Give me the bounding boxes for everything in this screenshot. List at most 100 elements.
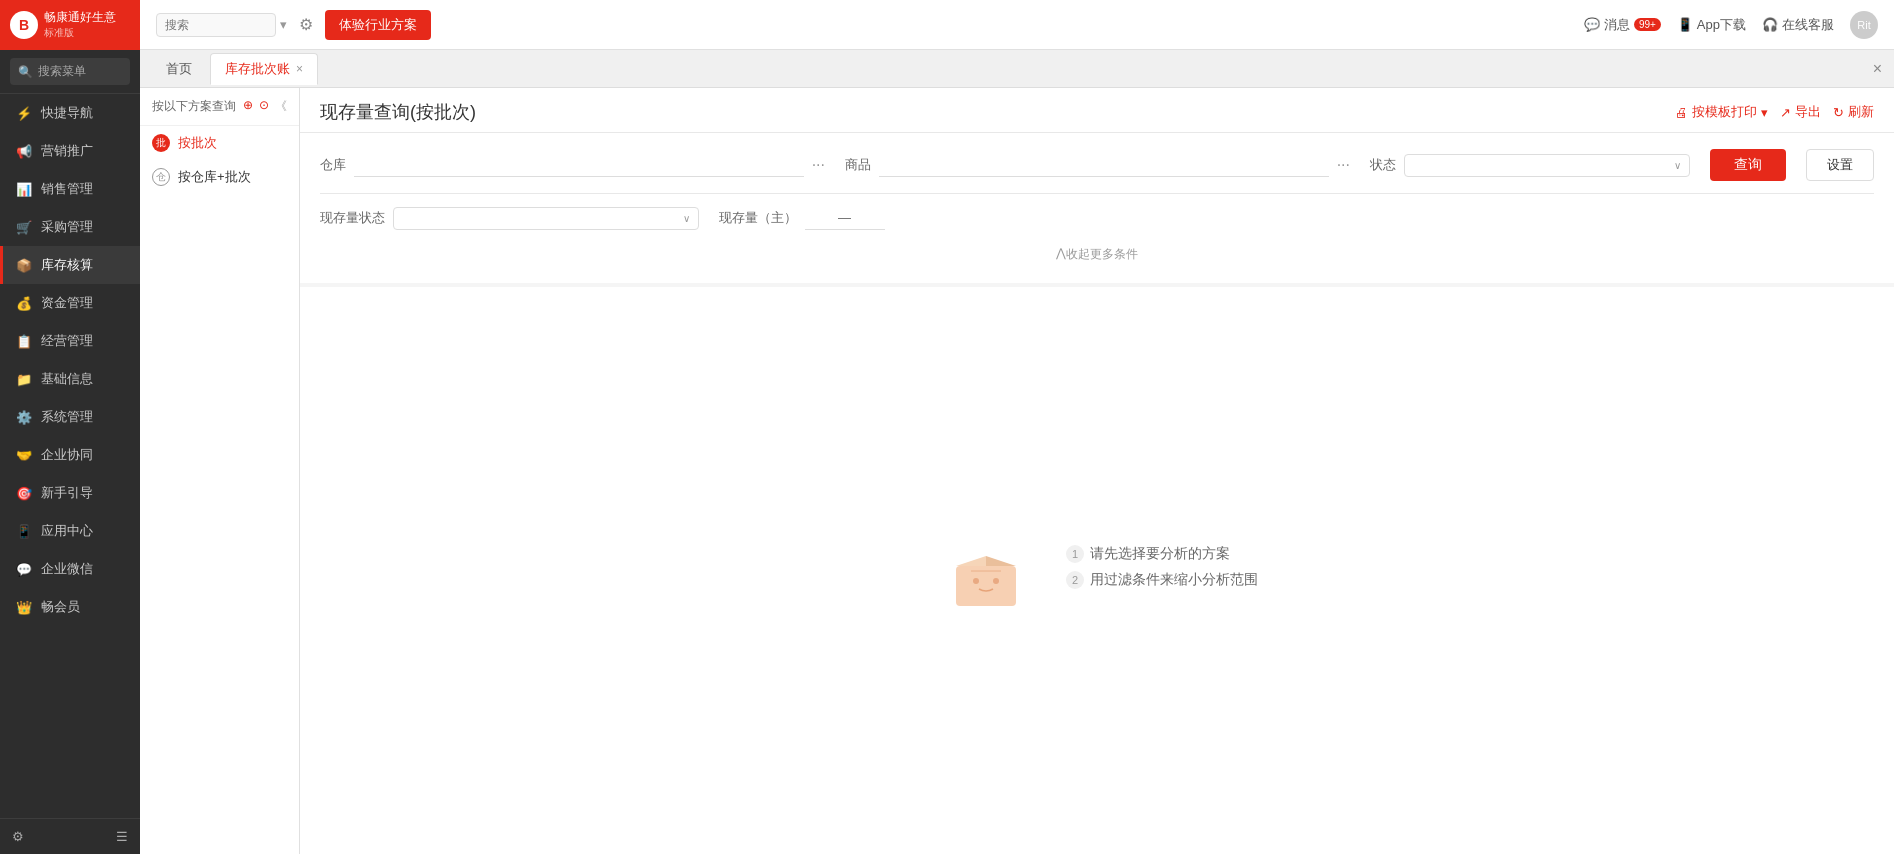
settings-button[interactable]: 设置 [1806, 149, 1874, 181]
sidebar-item-basic-info[interactable]: 📁 基础信息 [0, 360, 140, 398]
sidebar-item-inventory[interactable]: 📦 库存核算 [0, 246, 140, 284]
svg-point-5 [993, 578, 999, 584]
wechat-icon: 💬 [15, 560, 33, 578]
stock-status-select[interactable]: ∨ [393, 207, 699, 230]
product-filter-group: 商品 ··· [845, 153, 1350, 177]
sidebar-header: B 畅康通好生意 标准版 [0, 0, 140, 50]
guide-icon: 🎯 [15, 484, 33, 502]
sidebar-item-operations[interactable]: 📋 经营管理 [0, 322, 140, 360]
warehouse-more-button[interactable]: ··· [812, 156, 825, 174]
vip-icon: 👑 [15, 598, 33, 616]
sidebar-item-purchase[interactable]: 🛒 采购管理 [0, 208, 140, 246]
system-icon: ⚙️ [15, 408, 33, 426]
refresh-icon: ↻ [1833, 105, 1844, 120]
warehouse-batch-scheme-icon: 仓 [152, 168, 170, 186]
step1-circle: 1 [1066, 545, 1084, 563]
svg-rect-0 [956, 566, 1016, 606]
export-icon: ↗ [1780, 105, 1791, 120]
empty-state: 1 请先选择要分析的方案 2 用过滤条件来缩小分析范围 [300, 287, 1894, 854]
tab-close-button[interactable]: × [296, 63, 303, 75]
stock-qty-filter-group: 现存量（主） — [719, 206, 1098, 230]
messages-badge: 99+ [1634, 18, 1661, 31]
sidebar: B 畅康通好生意 标准版 🔍 搜索菜单 ⚡ 快捷导航 📢 营销推广 📊 销售管理… [0, 0, 140, 854]
app-logo: B [10, 11, 38, 39]
left-panel-header: 按以下方案查询 ⊕ ⊙ 《 [140, 88, 299, 126]
status-chevron-icon: ∨ [1674, 160, 1681, 171]
step2-circle: 2 [1066, 571, 1084, 589]
svg-point-4 [973, 578, 979, 584]
warehouse-filter-group: 仓库 ··· [320, 153, 825, 177]
sidebar-item-vip[interactable]: 👑 畅会员 [0, 588, 140, 626]
sidebar-item-wechat[interactable]: 💬 企业微信 [0, 550, 140, 588]
online-service-item[interactable]: 🎧 在线客服 [1762, 16, 1834, 34]
filter-area: 仓库 ··· 商品 ··· 状态 ∨ [300, 133, 1894, 283]
experience-button[interactable]: 体验行业方案 [325, 10, 431, 40]
user-avatar-item[interactable]: Rit [1850, 11, 1878, 39]
tab-inventory-batch[interactable]: 库存批次账 × [210, 53, 318, 85]
stock-status-label: 现存量状态 [320, 209, 385, 227]
stock-qty-label: 现存量（主） [719, 209, 797, 227]
search-dropdown-icon[interactable]: ▾ [280, 17, 287, 32]
main-area: ▾ ⚙ 体验行业方案 💬 消息 99+ 📱 App下载 🎧 在线客服 Rit [140, 0, 1894, 854]
scheme-item-warehouse-batch[interactable]: 仓 按仓库+批次 [140, 160, 299, 194]
messages-item[interactable]: 💬 消息 99+ [1584, 16, 1661, 34]
sidebar-item-system[interactable]: ⚙️ 系统管理 [0, 398, 140, 436]
app-title: 畅康通好生意 标准版 [44, 10, 116, 40]
menu-footer-icon[interactable]: ☰ [116, 829, 128, 844]
finance-icon: 💰 [15, 294, 33, 312]
topbar-search: ▾ [156, 13, 287, 37]
page-title: 现存量查询(按批次) [320, 100, 476, 124]
scheme-item-batch[interactable]: 批 按批次 [140, 126, 299, 160]
filter-row-1: 仓库 ··· 商品 ··· 状态 ∨ [320, 149, 1874, 181]
product-more-button[interactable]: ··· [1337, 156, 1350, 174]
sidebar-item-finance[interactable]: 💰 资金管理 [0, 284, 140, 322]
filter-row-2: 现存量状态 ∨ 现存量（主） — [320, 206, 1874, 230]
right-panel: 现存量查询(按批次) 🖨 按模板打印 ▾ ↗ 导出 ↻ 刷新 [300, 88, 1894, 854]
product-input[interactable] [879, 153, 1329, 177]
tab-home[interactable]: 首页 [152, 54, 206, 84]
status-label: 状态 [1370, 156, 1396, 174]
search-menu-button[interactable]: 🔍 搜索菜单 [10, 58, 130, 85]
page-header: 现存量查询(按批次) 🖨 按模板打印 ▾ ↗ 导出 ↻ 刷新 [300, 88, 1894, 133]
print-dropdown-icon: ▾ [1761, 105, 1768, 120]
batch-scheme-icon: 批 [152, 134, 170, 152]
operations-icon: 📋 [15, 332, 33, 350]
sidebar-item-guide[interactable]: 🎯 新手引导 [0, 474, 140, 512]
add-scheme-icon[interactable]: ⊕ [243, 98, 253, 115]
search-icon: 🔍 [18, 65, 33, 79]
export-action[interactable]: ↗ 导出 [1780, 103, 1821, 121]
search-input[interactable] [156, 13, 276, 37]
sidebar-item-quick-nav[interactable]: ⚡ 快捷导航 [0, 94, 140, 132]
topbar-right: 💬 消息 99+ 📱 App下载 🎧 在线客服 Rit [1584, 11, 1878, 39]
collapse-left-icon[interactable]: 《 [275, 98, 287, 115]
svg-marker-2 [986, 556, 1016, 566]
close-panel-button[interactable]: × [1873, 60, 1882, 78]
warehouse-input[interactable] [354, 153, 804, 177]
left-panel-icons: ⊕ ⊙ 《 [243, 98, 287, 115]
collapse-filters-button[interactable]: ⋀ 收起更多条件 [320, 242, 1874, 267]
quick-nav-icon: ⚡ [15, 104, 33, 122]
enterprise-icon: 🤝 [15, 446, 33, 464]
stock-qty-value: — [805, 206, 885, 230]
marketing-icon: 📢 [15, 142, 33, 160]
scheme-settings-icon[interactable]: ⊙ [259, 98, 269, 115]
sidebar-navigation: ⚡ 快捷导航 📢 营销推广 📊 销售管理 🛒 采购管理 📦 库存核算 💰 资金管… [0, 94, 140, 818]
sidebar-item-app-center[interactable]: 📱 应用中心 [0, 512, 140, 550]
sidebar-item-marketing[interactable]: 📢 营销推广 [0, 132, 140, 170]
query-button[interactable]: 查询 [1710, 149, 1786, 181]
status-select[interactable]: ∨ [1404, 154, 1690, 177]
sidebar-item-enterprise[interactable]: 🤝 企业协同 [0, 436, 140, 474]
sidebar-item-sales[interactable]: 📊 销售管理 [0, 170, 140, 208]
print-action[interactable]: 🖨 按模板打印 ▾ [1675, 103, 1768, 121]
stock-status-chevron-icon: ∨ [683, 213, 690, 224]
refresh-action[interactable]: ↻ 刷新 [1833, 103, 1874, 121]
topbar: ▾ ⚙ 体验行业方案 💬 消息 99+ 📱 App下载 🎧 在线客服 Rit [140, 0, 1894, 50]
warehouse-label: 仓库 [320, 156, 346, 174]
settings-icon[interactable]: ⚙ [299, 15, 313, 34]
page-actions: 🖨 按模板打印 ▾ ↗ 导出 ↻ 刷新 [1675, 103, 1874, 121]
filter-divider [320, 193, 1874, 194]
settings-footer-icon[interactable]: ⚙ [12, 829, 24, 844]
message-icon: 💬 [1584, 17, 1600, 32]
basic-info-icon: 📁 [15, 370, 33, 388]
app-download-item[interactable]: 📱 App下载 [1677, 16, 1746, 34]
